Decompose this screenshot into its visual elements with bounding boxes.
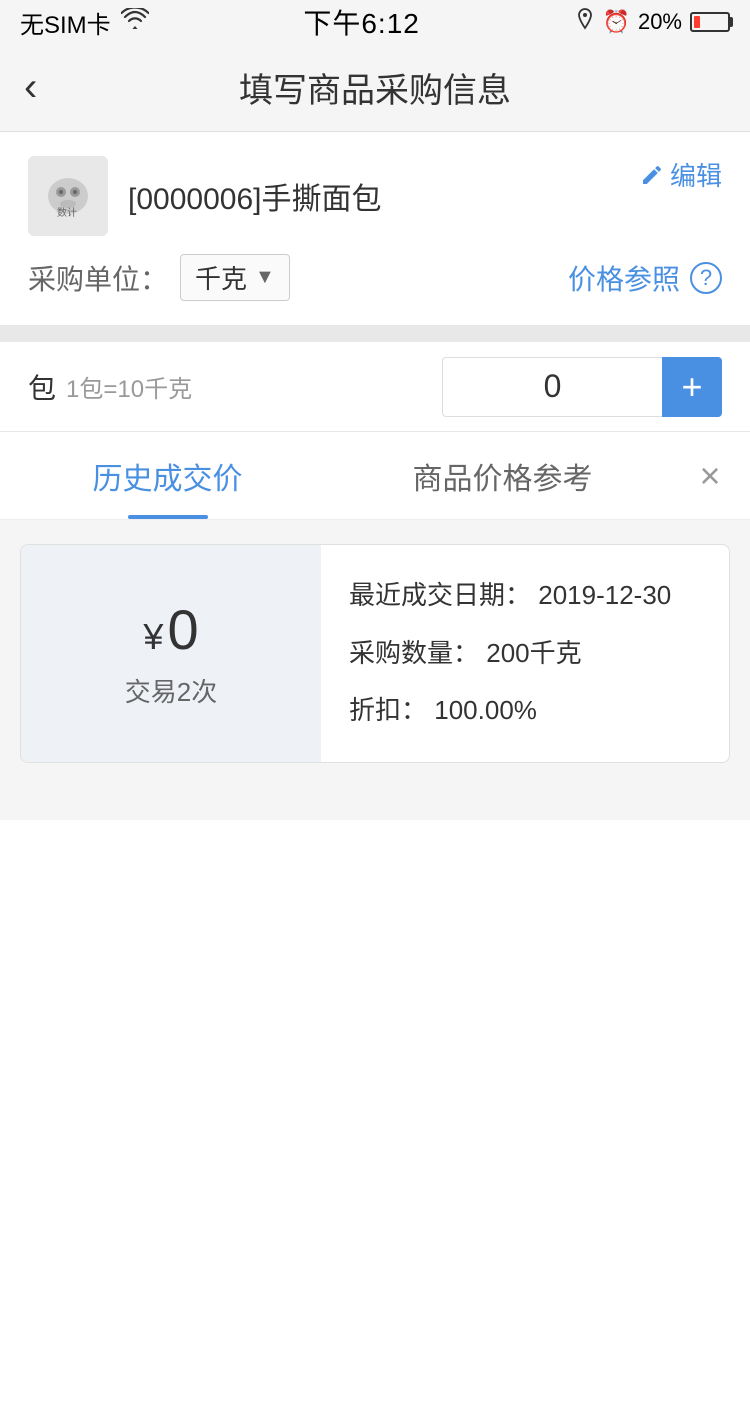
page-title: 填写商品采购信息 [239,63,511,112]
tabs-header: 历史成交价 商品价格参考 × [0,432,750,520]
battery-percent: 20% [638,9,682,35]
dropdown-arrow-icon: ▼ [255,266,275,289]
battery-icon [690,12,730,32]
unit-label: 采购单位： 千克 ▼ [28,254,290,301]
quantity-plus-button[interactable]: + [662,357,722,417]
status-right: ⏰ 20% [575,8,730,36]
discount-value: 100.00% [434,695,537,725]
recent-date-value: 2019-12-30 [538,580,671,610]
tab-active-indicator [128,515,208,519]
quantity-input-group: + [212,357,722,417]
quantity-unit-conversion: 1包=10千克 [66,369,192,404]
wifi-icon [121,8,149,37]
quantity-row: 包 1包=10千克 + [0,342,750,432]
nav-bar: ‹ 填写商品采购信息 [0,44,750,132]
unit-select[interactable]: 千克 ▼ [180,254,290,301]
recent-date-label: 最近成交日期： [349,580,531,610]
purchase-qty-row: 采购数量： 200千克 [349,633,701,675]
price-reference-button[interactable]: 价格参照 ? [568,258,722,298]
carrier-text: 无SIM卡 [20,5,111,40]
discount-row: 折扣： 100.00% [349,690,701,732]
price-value: 0 [167,597,198,662]
product-card: 数计 [0000006]手撕面包 编辑 采购单位： 千克 ▼ 价格参照 ? [0,132,750,326]
price-symbol: ¥ [143,616,163,658]
product-left: 数计 [0000006]手撕面包 [28,156,381,236]
status-time: 下午6:12 [303,2,420,42]
tab-history-price-label: 历史成交价 [93,454,243,498]
help-icon: ? [690,262,722,294]
tab-content-area: ¥ 0 交易2次 最近成交日期： 2019-12-30 采购数量： 200千克 … [0,520,750,820]
edit-button[interactable]: 编辑 [640,156,722,193]
status-bar: 无SIM卡 下午6:12 ⏰ 20% [0,0,750,44]
purchase-qty-label: 采购数量： [349,638,479,668]
tab-product-price-ref-label: 商品价格参考 [413,454,593,498]
alarm-icon: ⏰ [603,9,630,35]
product-name: [0000006]手撕面包 [128,174,381,218]
empty-area [0,820,750,1420]
product-thumbnail: 数计 [28,156,108,236]
quantity-unit-label: 包 [28,367,56,407]
transaction-details-panel: 最近成交日期： 2019-12-30 采购数量： 200千克 折扣： 100.0… [321,545,729,762]
tab-close-button[interactable]: × [670,455,750,497]
svg-text:数计: 数计 [57,206,77,218]
discount-label: 折扣： [349,695,427,725]
trade-count: 交易2次 [125,672,217,709]
location-icon [575,8,595,36]
transaction-price-panel: ¥ 0 交易2次 [21,545,321,762]
tab-product-price-ref[interactable]: 商品价格参考 [335,432,670,519]
quantity-unit-badge: 包 1包=10千克 [28,367,192,407]
section-divider [0,326,750,342]
tab-history-price[interactable]: 历史成交价 [0,432,335,519]
back-button[interactable]: ‹ [24,65,37,110]
quantity-input[interactable] [442,357,662,417]
status-left: 无SIM卡 [20,5,149,40]
transaction-card: ¥ 0 交易2次 最近成交日期： 2019-12-30 采购数量： 200千克 … [20,544,730,763]
tabs-section: 历史成交价 商品价格参考 × ¥ 0 交易2次 最近成交日期： 2019-12-… [0,432,750,820]
recent-date-row: 最近成交日期： 2019-12-30 [349,575,701,617]
transaction-price: ¥ 0 [143,597,198,662]
purchase-qty-value: 200千克 [486,638,581,668]
